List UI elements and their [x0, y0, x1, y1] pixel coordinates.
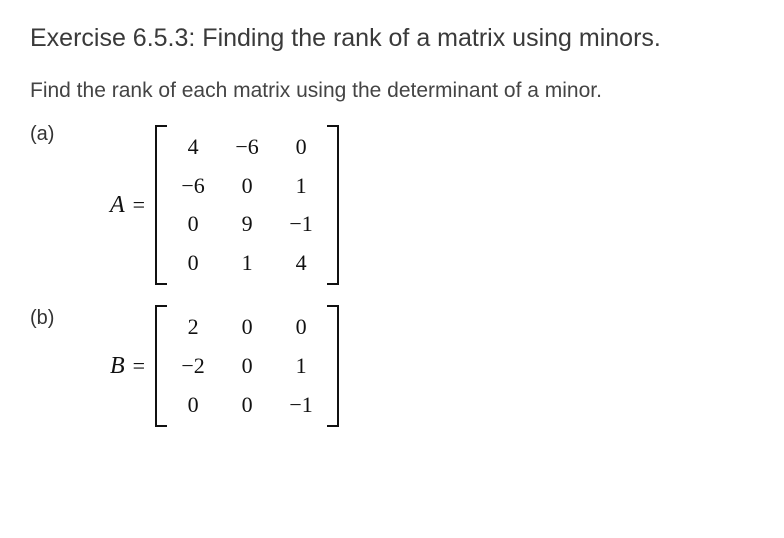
matrix-cell: 0 [287, 313, 315, 342]
matrix-b-name: B [110, 353, 125, 380]
matrix-a-grid: 4 −6 0 −6 0 1 0 9 −1 0 1 4 [165, 125, 329, 285]
matrix-cell: 0 [287, 133, 315, 162]
matrix-a-block: A = 4 −6 0 −6 0 1 0 9 −1 0 1 4 [110, 125, 339, 285]
part-a-label: (a) [30, 121, 110, 146]
right-bracket-icon [329, 305, 339, 427]
matrix-cell: 0 [179, 249, 207, 278]
matrix-cell: 0 [179, 210, 207, 239]
matrix-cell: −2 [179, 352, 207, 381]
matrix-cell: 4 [287, 249, 315, 278]
matrix-cell: 1 [287, 352, 315, 381]
part-a: (a) A = 4 −6 0 −6 0 1 0 9 −1 0 1 4 [30, 121, 754, 285]
matrix-cell: −1 [287, 210, 315, 239]
matrix-cell: 0 [233, 172, 261, 201]
matrix-a-name: A [110, 192, 125, 219]
matrix-cell: 4 [179, 133, 207, 162]
matrix-cell: 1 [287, 172, 315, 201]
part-b-label: (b) [30, 305, 110, 330]
left-bracket-icon [155, 125, 165, 285]
matrix-cell: 2 [179, 313, 207, 342]
matrix-b-block: B = 2 0 0 −2 0 1 0 0 −1 [110, 305, 339, 427]
equals-sign: = [133, 192, 145, 218]
matrix-cell: −6 [179, 172, 207, 201]
matrix-cell: −6 [233, 133, 261, 162]
left-bracket-icon [155, 305, 165, 427]
matrix-cell: 0 [233, 391, 261, 420]
part-b: (b) B = 2 0 0 −2 0 1 0 0 −1 [30, 305, 754, 427]
matrix-cell: 1 [233, 249, 261, 278]
matrix-cell: −1 [287, 391, 315, 420]
matrix-cell: 9 [233, 210, 261, 239]
matrix-cell: 0 [233, 313, 261, 342]
equals-sign: = [133, 353, 145, 379]
matrix-cell: 0 [233, 352, 261, 381]
matrix-a-brackets: 4 −6 0 −6 0 1 0 9 −1 0 1 4 [155, 125, 339, 285]
matrix-b-brackets: 2 0 0 −2 0 1 0 0 −1 [155, 305, 339, 427]
matrix-cell: 0 [179, 391, 207, 420]
right-bracket-icon [329, 125, 339, 285]
matrix-b-grid: 2 0 0 −2 0 1 0 0 −1 [165, 305, 329, 427]
exercise-instruction: Find the rank of each matrix using the d… [30, 79, 754, 103]
exercise-title: Exercise 6.5.3: Finding the rank of a ma… [30, 24, 754, 53]
